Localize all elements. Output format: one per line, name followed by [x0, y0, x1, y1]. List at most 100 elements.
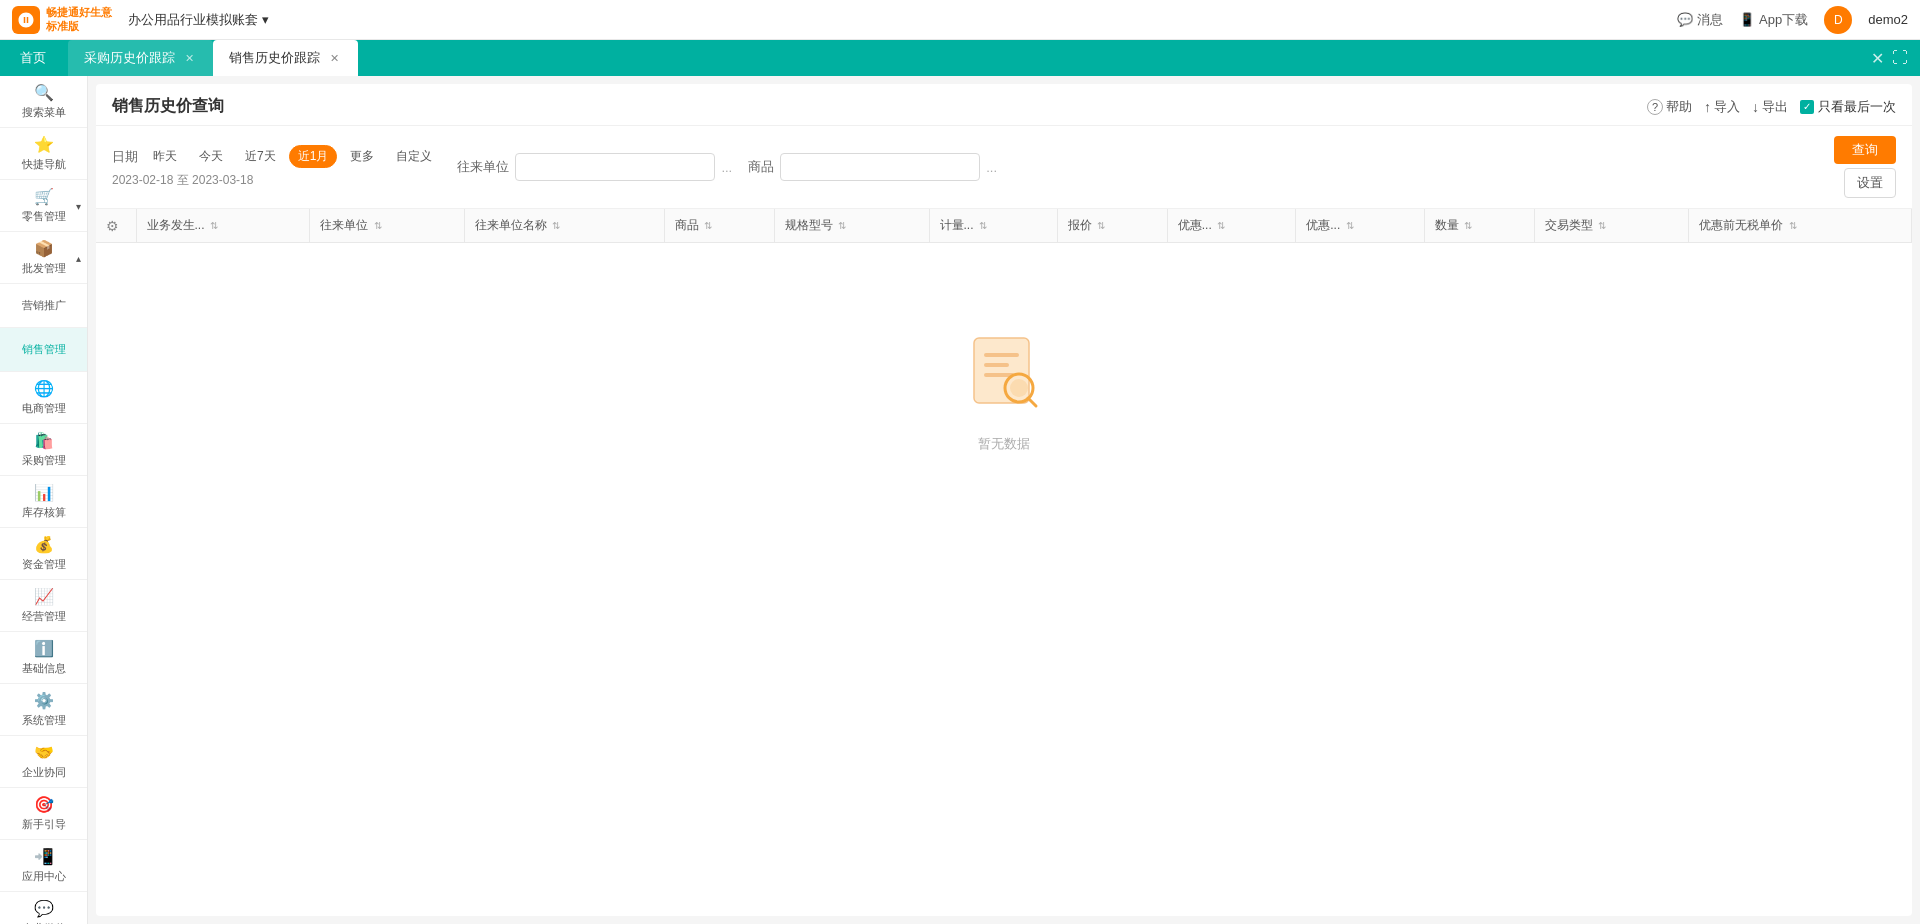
- sidebar-item-enterprise-coop[interactable]: 🤝 企业协同: [0, 736, 87, 788]
- gear-button[interactable]: ⚙: [106, 218, 119, 234]
- system-icon: ⚙️: [34, 691, 54, 710]
- svg-line-6: [1028, 398, 1036, 406]
- sidebar-item-quick-nav[interactable]: ⭐ 快捷导航: [0, 128, 87, 180]
- empty-icon: [954, 323, 1054, 423]
- data-table: ⚙ 业务发生... ⇅ 往来单位 ⇅ 往来单位名称: [96, 209, 1912, 533]
- settings-button[interactable]: 设置: [1844, 168, 1896, 198]
- tab-bar-actions: ✕ ⛶: [1871, 49, 1920, 68]
- wechat-icon: 💬: [34, 899, 54, 918]
- only-last-area[interactable]: ✓ 只看最后一次: [1800, 98, 1896, 116]
- inventory-icon: 📊: [34, 483, 54, 502]
- sidebar-item-marketing[interactable]: 营销推广: [0, 284, 87, 328]
- wholesale-icon: 📦: [34, 239, 54, 258]
- sidebar-item-inventory[interactable]: 📊 库存核算: [0, 476, 87, 528]
- page-header: 销售历史价查询 ? 帮助 ↑ 导入 ↓ 导出: [96, 84, 1912, 126]
- help-action[interactable]: ? 帮助: [1647, 98, 1692, 116]
- sidebar-item-basic-info[interactable]: ℹ️ 基础信息: [0, 632, 87, 684]
- message-icon: 💬: [1677, 12, 1693, 27]
- table-wrapper: ⚙ 业务发生... ⇅ 往来单位 ⇅ 往来单位名称: [96, 209, 1912, 916]
- star-icon: ⭐: [34, 135, 54, 154]
- th-biz-date[interactable]: 业务发生... ⇅: [136, 209, 310, 243]
- goods-input[interactable]: [780, 153, 980, 181]
- sidebar-item-business[interactable]: 📈 经营管理: [0, 580, 87, 632]
- date-label: 日期: [112, 148, 138, 166]
- counter-party-dots: ...: [721, 160, 732, 175]
- top-bar: 畅捷通好生意 标准版 办公用品行业模拟账套 ▾ 💬 消息 📱 App下载 D d…: [0, 0, 1920, 40]
- counter-party-input[interactable]: [515, 153, 715, 181]
- avatar[interactable]: D: [1824, 6, 1852, 34]
- import-icon: ↑: [1704, 99, 1711, 115]
- date-range: 2023-02-18 至 2023-03-18: [112, 172, 441, 189]
- check-icon: ✓: [1803, 101, 1811, 112]
- tab-close-purchase[interactable]: ✕: [181, 50, 197, 66]
- tab-sales-history[interactable]: 销售历史价跟踪 ✕: [213, 40, 358, 76]
- date-btn-today[interactable]: 今天: [190, 145, 232, 168]
- svg-rect-1: [984, 353, 1019, 357]
- expand-window-icon[interactable]: ⛶: [1892, 49, 1908, 67]
- export-action[interactable]: ↓ 导出: [1752, 98, 1788, 116]
- date-btn-more[interactable]: 更多: [341, 145, 383, 168]
- sort-icon: ⇅: [704, 220, 712, 231]
- query-button[interactable]: 查询: [1834, 136, 1896, 164]
- tab-purchase-history[interactable]: 采购历史价跟踪 ✕: [68, 40, 213, 76]
- th-settings[interactable]: ⚙: [96, 209, 136, 243]
- th-discount1[interactable]: 优惠... ⇅: [1167, 209, 1296, 243]
- sort-icon: ⇅: [1217, 220, 1225, 231]
- page-title: 销售历史价查询: [112, 96, 224, 117]
- export-icon: ↓: [1752, 99, 1759, 115]
- sidebar-item-wholesale-mgmt[interactable]: 📦 批发管理 ▴: [0, 232, 87, 284]
- date-btn-last1m[interactable]: 近1月: [289, 145, 338, 168]
- date-btn-yesterday[interactable]: 昨天: [144, 145, 186, 168]
- tab-bar: 首页 采购历史价跟踪 ✕ 销售历史价跟踪 ✕ ✕ ⛶: [0, 40, 1920, 76]
- th-counter-party[interactable]: 往来单位 ⇅: [310, 209, 465, 243]
- company-selector[interactable]: 办公用品行业模拟账套 ▾: [120, 7, 277, 33]
- app-download-action[interactable]: 📱 App下载: [1739, 11, 1808, 29]
- svg-point-5: [1010, 379, 1028, 397]
- sidebar-item-sales-mgmt[interactable]: 销售管理: [0, 328, 87, 372]
- sidebar-item-system[interactable]: ⚙️ 系统管理: [0, 684, 87, 736]
- info-icon: ℹ️: [34, 639, 54, 658]
- th-discount2[interactable]: 优惠... ⇅: [1296, 209, 1425, 243]
- coop-icon: 🤝: [34, 743, 54, 762]
- sidebar-item-app-center[interactable]: 📲 应用中心: [0, 840, 87, 892]
- sidebar-item-ecommerce[interactable]: 🌐 电商管理: [0, 372, 87, 424]
- date-filter-group: 日期 昨天 今天 近7天 近1月 更多 自定义: [112, 145, 441, 168]
- sidebar: 🔍 搜索菜单 ⭐ 快捷导航 🛒 零售管理 ▾ 📦 批发管理 ▴ 营销推广 销售管…: [0, 76, 88, 924]
- sidebar-item-enterprise-wechat[interactable]: 💬 企业微信: [0, 892, 87, 924]
- th-price[interactable]: 报价 ⇅: [1058, 209, 1168, 243]
- th-trade-type[interactable]: 交易类型 ⇅: [1534, 209, 1689, 243]
- ecommerce-icon: 🌐: [34, 379, 54, 398]
- top-bar-right: 💬 消息 📱 App下载 D demo2: [1677, 6, 1908, 34]
- th-unit[interactable]: 计量... ⇅: [929, 209, 1058, 243]
- help-icon: ?: [1647, 99, 1663, 115]
- th-spec[interactable]: 规格型号 ⇅: [774, 209, 929, 243]
- sort-icon: ⇅: [374, 220, 382, 231]
- close-window-icon[interactable]: ✕: [1871, 49, 1884, 68]
- chevron-up-icon: ▴: [76, 252, 81, 263]
- sort-icon: ⇅: [210, 220, 218, 231]
- sort-icon: ⇅: [1346, 220, 1354, 231]
- guide-icon: 🎯: [34, 795, 54, 814]
- sidebar-item-beginner[interactable]: 🎯 新手引导: [0, 788, 87, 840]
- sidebar-item-retail-mgmt[interactable]: 🛒 零售管理 ▾: [0, 180, 87, 232]
- date-btn-custom[interactable]: 自定义: [387, 145, 441, 168]
- sidebar-item-finance[interactable]: 💰 资金管理: [0, 528, 87, 580]
- message-action[interactable]: 💬 消息: [1677, 11, 1723, 29]
- empty-text: 暂无数据: [978, 435, 1030, 453]
- sidebar-item-purchase[interactable]: 🛍️ 采购管理: [0, 424, 87, 476]
- th-qty[interactable]: 数量 ⇅: [1424, 209, 1534, 243]
- th-goods[interactable]: 商品 ⇅: [664, 209, 774, 243]
- date-btn-last7[interactable]: 近7天: [236, 145, 285, 168]
- content-area: 销售历史价查询 ? 帮助 ↑ 导入 ↓ 导出: [88, 76, 1920, 924]
- th-counter-party-name[interactable]: 往来单位名称 ⇅: [465, 209, 665, 243]
- retail-icon: 🛒: [34, 187, 54, 206]
- tab-home[interactable]: 首页: [0, 40, 66, 76]
- filter-right: 查询 设置: [1834, 136, 1896, 198]
- tab-close-sales[interactable]: ✕: [326, 50, 342, 66]
- only-last-checkbox[interactable]: ✓: [1800, 100, 1814, 114]
- sidebar-item-search[interactable]: 🔍 搜索菜单: [0, 76, 87, 128]
- th-pretax-price[interactable]: 优惠前无税单价 ⇅: [1689, 209, 1912, 243]
- business-icon: 📈: [34, 587, 54, 606]
- import-action[interactable]: ↑ 导入: [1704, 98, 1740, 116]
- counter-party-filter: 往来单位 ...: [457, 153, 732, 181]
